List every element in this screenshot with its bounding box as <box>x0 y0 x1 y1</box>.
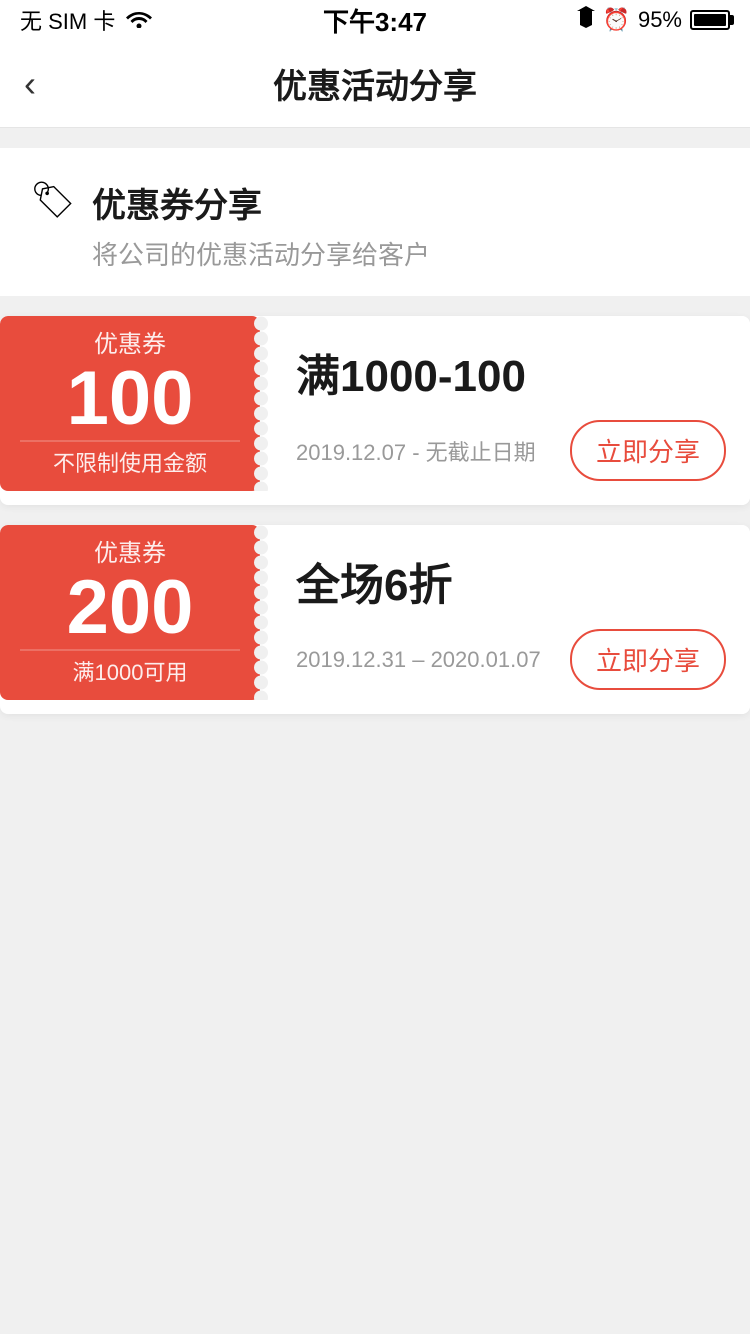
share-button-0[interactable]: 立即分享 <box>570 420 726 481</box>
battery-icon <box>690 10 730 30</box>
nav-bar: ‹ 优惠活动分享 <box>0 40 750 128</box>
coupon-left-1: 优惠券 200 满1000可用 <box>0 525 280 714</box>
svg-text:200: 200 <box>67 565 194 650</box>
coupon-name-1: 全场6折 <box>296 549 726 613</box>
svg-text:优惠券: 优惠券 <box>94 540 166 567</box>
location-icon <box>577 6 595 34</box>
coupon-right-1: 全场6折 2019.12.31 – 2020.01.07 立即分享 <box>280 525 750 714</box>
coupon-bottom-row-0: 2019.12.07 - 无截止日期 立即分享 <box>296 420 726 481</box>
svg-text:100: 100 <box>67 356 194 441</box>
status-right: ⏰ 95% <box>577 6 730 34</box>
battery-label: 95% <box>638 7 682 33</box>
status-left: 无 SIM 卡 <box>20 4 153 36</box>
section-header: 🏷 优惠券分享 将公司的优惠活动分享给客户 <box>0 148 750 296</box>
coupon-date-0: 2019.12.07 - 无截止日期 <box>296 435 570 467</box>
carrier-label: 无 SIM 卡 <box>20 4 115 36</box>
coupon-share-icon: 🏷 <box>30 179 78 227</box>
coupon-name-0: 满1000-100 <box>296 340 726 404</box>
status-bar: 无 SIM 卡 下午3:47 ⏰ 95% <box>0 0 750 40</box>
coupon-right-0: 满1000-100 2019.12.07 - 无截止日期 立即分享 <box>280 316 750 505</box>
coupon-bottom-row-1: 2019.12.31 – 2020.01.07 立即分享 <box>296 629 726 690</box>
coupon-left-0: 优惠券 100 不限制使用金额 <box>0 316 280 505</box>
coupon-card: 优惠券 200 满1000可用 全场6折 2019.12.31 – 2020.0… <box>0 525 750 714</box>
alarm-icon: ⏰ <box>603 7 630 33</box>
svg-text:不限制使用金额: 不限制使用金额 <box>53 451 207 476</box>
nav-title: 优惠活动分享 <box>273 59 477 108</box>
share-button-1[interactable]: 立即分享 <box>570 629 726 690</box>
coupon-list: 优惠券 100 不限制使用金额 满1000-100 2019.12.07 - 无… <box>0 296 750 754</box>
section-title: 优惠券分享 <box>92 178 262 227</box>
wifi-icon <box>125 6 153 34</box>
coupon-card: 优惠券 100 不限制使用金额 满1000-100 2019.12.07 - 无… <box>0 316 750 505</box>
section-title-row: 🏷 优惠券分享 <box>30 178 720 227</box>
svg-text:满1000可用: 满1000可用 <box>73 660 188 685</box>
coupon-date-1: 2019.12.31 – 2020.01.07 <box>296 647 570 673</box>
status-time: 下午3:47 <box>323 2 427 39</box>
back-button[interactable]: ‹ <box>24 63 36 105</box>
svg-text:优惠券: 优惠券 <box>94 331 166 358</box>
back-icon: ‹ <box>24 63 36 105</box>
section-subtitle: 将公司的优惠活动分享给客户 <box>92 235 720 272</box>
